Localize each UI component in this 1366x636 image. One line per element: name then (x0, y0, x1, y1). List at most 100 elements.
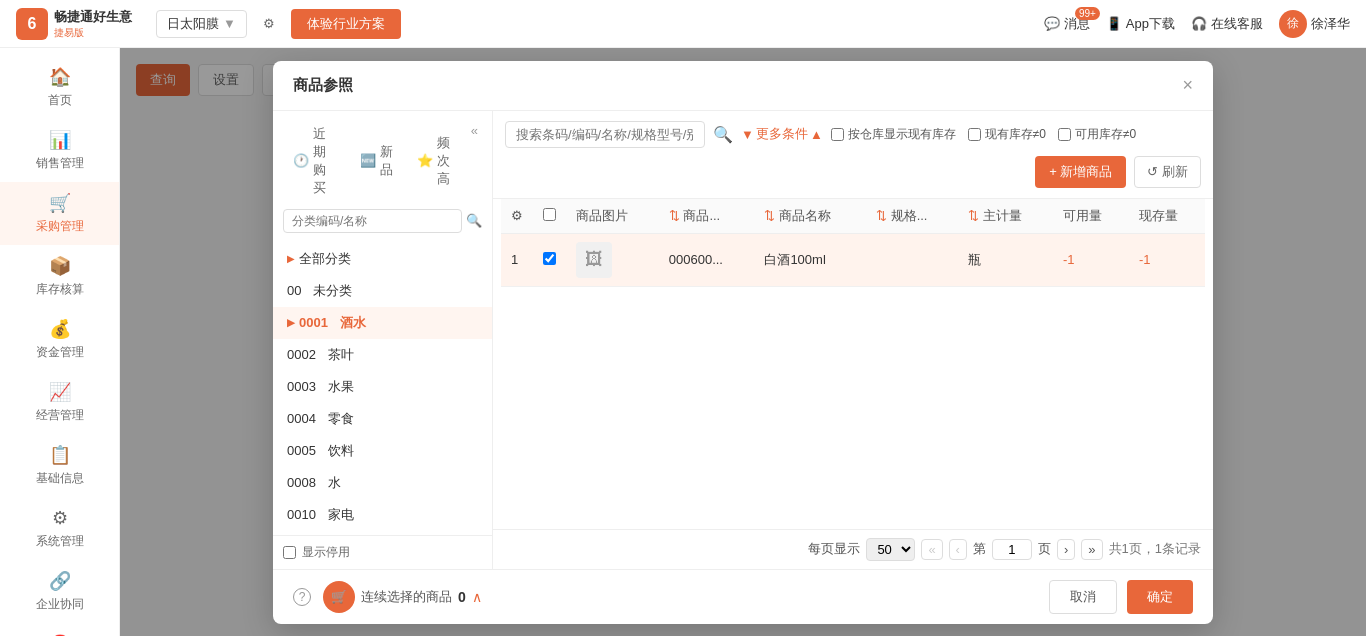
per-page-select[interactable]: 50 (866, 538, 915, 561)
select-all-checkbox[interactable] (543, 208, 556, 221)
table-row[interactable]: 1 🖼 000600... 白酒100ml (501, 233, 1205, 286)
last-page-button[interactable]: » (1081, 539, 1102, 560)
page-number-input[interactable] (992, 539, 1032, 560)
cat-item-00[interactable]: 00 未分类 (273, 275, 492, 307)
cat-item-0001[interactable]: ▶ 0001 酒水 (273, 307, 492, 339)
basic-info-icon: 📋 (49, 444, 71, 466)
sidebar-item-home[interactable]: 🏠 首页 (0, 56, 119, 119)
stock-nonzero-checkbox[interactable]: 现有库存≠0 (968, 126, 1046, 143)
first-page-button[interactable]: « (921, 539, 942, 560)
warehouse-stock-checkbox[interactable]: 按仓库显示现有库存 (831, 126, 956, 143)
settings-icon[interactable]: ⚙ (263, 16, 275, 31)
cart-icon-button[interactable]: 🛒 (323, 581, 355, 613)
chevron-down-icon: ▼ (223, 16, 236, 31)
cat-item-0003[interactable]: 0003 水果 (273, 371, 492, 403)
cart-icon: 🛒 (331, 589, 347, 604)
sidebar-item-label: 企业协同 (36, 596, 84, 613)
cat-item-0008[interactable]: 0008 水 (273, 467, 492, 499)
page-unit-label: 页 (1038, 540, 1051, 558)
left-footer: 显示停用 (273, 535, 492, 569)
tab-recent-purchase[interactable]: 🕐 近期购买 (283, 119, 346, 203)
collapse-left-button[interactable]: « (467, 119, 482, 203)
row-image: 🖼 (566, 233, 659, 286)
col-code-header[interactable]: ⇅ 商品... (659, 199, 755, 234)
sidebar-item-finance[interactable]: 💰 资金管理 (0, 308, 119, 371)
cart-area: 🛒 连续选择的商品 0 ∧ (323, 581, 482, 613)
col-spec-header[interactable]: ⇅ 规格... (866, 199, 958, 234)
app-icon: 📱 (1106, 16, 1122, 31)
tab-high-freq[interactable]: ⭐ 频次高 (407, 119, 462, 203)
cancel-button[interactable]: 取消 (1049, 580, 1117, 614)
app-download-button[interactable]: 📱 App下载 (1106, 15, 1175, 33)
purchase-icon: 🛒 (49, 192, 71, 214)
cat-item-0002[interactable]: 0002 茶叶 (273, 339, 492, 371)
clock-icon: 🕐 (293, 153, 309, 168)
prev-page-button[interactable]: ‹ (949, 539, 967, 560)
collapse-cart-button[interactable]: ∧ (472, 589, 482, 605)
row-name: 白酒100ml (754, 233, 866, 286)
message-button[interactable]: 💬 消息 99+ (1044, 15, 1090, 33)
notification-badge: 99+ (1075, 7, 1100, 20)
filter-arrow-icon: ▲ (810, 127, 823, 142)
filter-checkboxes: 按仓库显示现有库存 现有库存≠0 可用库存≠0 (831, 126, 1137, 143)
show-disabled-checkbox[interactable]: 显示停用 (283, 544, 482, 561)
add-product-button[interactable]: + 新增商品 (1035, 156, 1126, 188)
logo-area: 6 畅捷通好生意 捷易版 (16, 8, 132, 40)
stock-nonzero-input[interactable] (968, 128, 981, 141)
left-panel: 🕐 近期购买 🆕 新品 ⭐ 频次高 « (273, 111, 493, 569)
trial-button[interactable]: 体验行业方案 (291, 9, 401, 39)
category-search-input[interactable] (283, 209, 462, 233)
tab-label: 频次高 (437, 134, 452, 188)
sidebar: 🏠 首页 📊 销售管理 🛒 采购管理 📦 库存核算 💰 资金管理 📈 经营管理 … (0, 48, 120, 636)
show-disabled-label: 显示停用 (302, 544, 350, 561)
sidebar-item-guide[interactable]: 🎯 新手引导 (0, 623, 119, 636)
col-settings[interactable]: ⚙ (501, 199, 533, 234)
col-name-header[interactable]: ⇅ 商品名称 (754, 199, 866, 234)
cat-item-all[interactable]: ▶ 全部分类 (273, 243, 492, 275)
confirm-button[interactable]: 确定 (1127, 580, 1193, 614)
row-select-checkbox[interactable] (543, 252, 556, 265)
headset-icon: 🎧 (1191, 16, 1207, 31)
top-nav: 6 畅捷通好生意 捷易版 日太阳膜 ▼ ⚙ 体验行业方案 💬 消息 99+ 📱 … (0, 0, 1366, 48)
online-service-button[interactable]: 🎧 在线客服 (1191, 15, 1263, 33)
filter-icon: ▼ (741, 127, 754, 142)
help-icon[interactable]: ? (293, 588, 311, 606)
user-area[interactable]: 徐 徐泽华 (1279, 10, 1350, 38)
col-unit-header[interactable]: ⇅ 主计量 (958, 199, 1053, 234)
arrow-right-icon: ▶ (287, 317, 295, 328)
sidebar-item-inventory[interactable]: 📦 库存核算 (0, 245, 119, 308)
left-tabs: 🕐 近期购买 🆕 新品 ⭐ 频次高 « (273, 111, 492, 203)
filter-button[interactable]: ▼ 更多条件 ▲ (741, 125, 823, 143)
cat-item-0004[interactable]: 0004 零食 (273, 403, 492, 435)
sort-icon: ⇅ (876, 208, 887, 223)
available-nonzero-checkbox[interactable]: 可用库存≠0 (1058, 126, 1136, 143)
tab-new-product[interactable]: 🆕 新品 (350, 119, 403, 203)
col-label: 规格... (891, 208, 928, 223)
row-code: 000600... (659, 233, 755, 286)
sidebar-item-sales[interactable]: 📊 销售管理 (0, 119, 119, 182)
modal-overlay: 商品参照 × 🕐 近期购买 🆕 (120, 48, 1366, 636)
next-page-button[interactable]: › (1057, 539, 1075, 560)
cat-label: 0004 (287, 411, 316, 426)
product-modal: 商品参照 × 🕐 近期购买 🆕 (273, 61, 1213, 624)
row-checkbox[interactable] (533, 233, 566, 286)
store-selector[interactable]: 日太阳膜 ▼ (156, 10, 247, 38)
refresh-table-button[interactable]: ↺ 刷新 (1134, 156, 1201, 188)
sidebar-item-purchase[interactable]: 🛒 采购管理 (0, 182, 119, 245)
sidebar-item-enterprise[interactable]: 🔗 企业协同 (0, 560, 119, 623)
col-checkbox[interactable] (533, 199, 566, 234)
category-search-icon[interactable]: 🔍 (466, 213, 482, 228)
available-nonzero-input[interactable] (1058, 128, 1071, 141)
modal-close-button[interactable]: × (1182, 75, 1193, 96)
warehouse-checkbox-input[interactable] (831, 128, 844, 141)
disabled-checkbox-input[interactable] (283, 546, 296, 559)
message-icon: 💬 (1044, 16, 1060, 31)
sidebar-item-operations[interactable]: 📈 经营管理 (0, 371, 119, 434)
product-search-input[interactable] (505, 121, 705, 148)
cat-label: 0005 (287, 443, 316, 458)
cat-item-0005[interactable]: 0005 饮料 (273, 435, 492, 467)
sidebar-item-basic-info[interactable]: 📋 基础信息 (0, 434, 119, 497)
sidebar-item-system[interactable]: ⚙ 系统管理 (0, 497, 119, 560)
cat-item-0010[interactable]: 0010 家电 (273, 499, 492, 531)
product-search-icon[interactable]: 🔍 (713, 125, 733, 144)
